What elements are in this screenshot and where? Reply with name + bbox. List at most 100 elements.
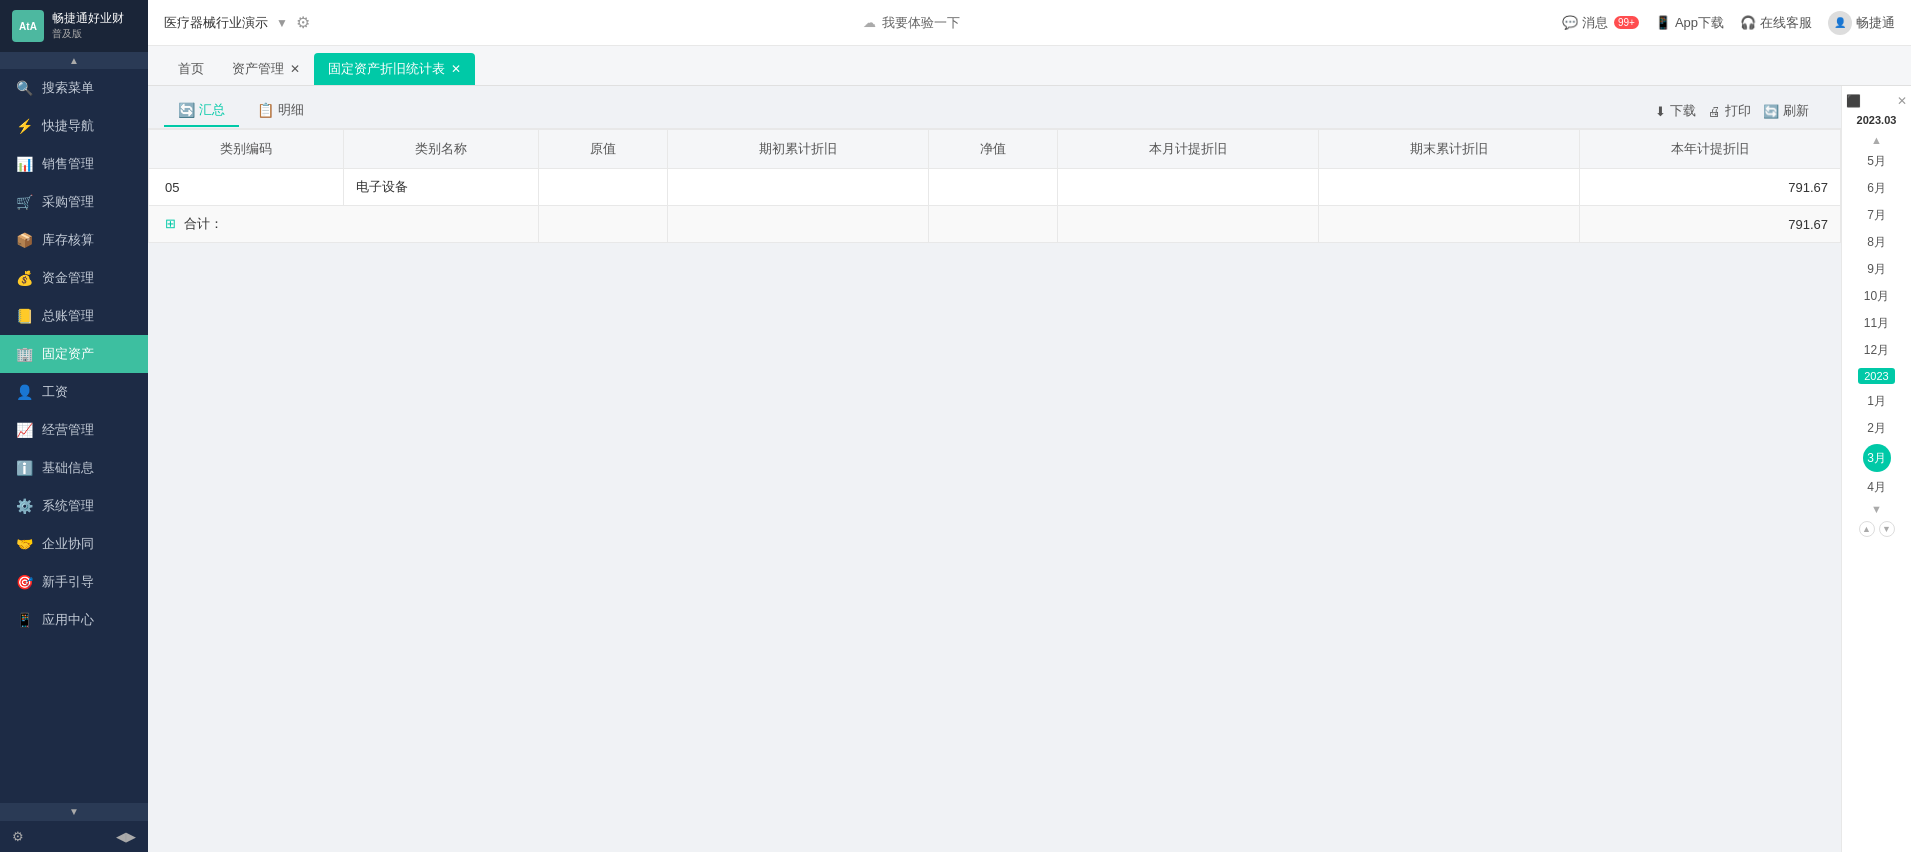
sidebar-item-sales[interactable]: 📊 销售管理	[0, 145, 148, 183]
online-service-label: 在线客服	[1760, 14, 1812, 32]
month-3[interactable]: 3月	[1863, 444, 1891, 472]
collapse-icon[interactable]: ◀▶	[116, 829, 136, 844]
month-2[interactable]: 2月	[1842, 415, 1911, 442]
subtab-summary[interactable]: 🔄 汇总	[164, 95, 239, 127]
settings-icon[interactable]: ⚙	[12, 829, 24, 844]
app-download-button[interactable]: 📱 App下载	[1655, 14, 1724, 32]
refresh-button[interactable]: 🔄 刷新	[1763, 102, 1809, 120]
sidebar-item-inventory[interactable]: 📦 库存核算	[0, 221, 148, 259]
month-8[interactable]: 8月	[1842, 229, 1911, 256]
panel-nav-down[interactable]: ▼	[1869, 501, 1884, 517]
subtabs: 🔄 汇总 📋 明细 ⬇ 下载 🖨 打印	[148, 86, 1841, 129]
panel-scroll-down-circle[interactable]: ▼	[1879, 521, 1895, 537]
table-row: 05 电子设备 791.67	[149, 169, 1841, 206]
sidebar-item-purchase[interactable]: 🛒 采购管理	[0, 183, 148, 221]
topbar-right: 💬 消息 99+ 📱 App下载 🎧 在线客服 👤 畅捷通	[1562, 11, 1895, 35]
enterprise-icon: 🤝	[16, 536, 32, 552]
topbar: 医疗器械行业演示 ▼ ⚙ ☁ 我要体验一下 💬 消息 99+ 📱 App下载 🎧…	[148, 0, 1911, 46]
col-header-monthly: 本月计提折旧	[1058, 130, 1319, 169]
avatar: 👤	[1828, 11, 1852, 35]
download-button[interactable]: ⬇ 下载	[1655, 102, 1696, 120]
sidebar-item-ledger[interactable]: 📒 总账管理	[0, 297, 148, 335]
main-body: 🔄 汇总 📋 明细 ⬇ 下载 🖨 打印	[148, 86, 1911, 852]
year-2023-label[interactable]: 2023	[1858, 368, 1894, 384]
sidebar-label-purchase: 采购管理	[42, 193, 94, 211]
cell-code: 05	[149, 169, 344, 206]
panel-close-icon[interactable]: ✕	[1897, 94, 1907, 108]
month-1[interactable]: 1月	[1842, 388, 1911, 415]
sidebar-label-payroll: 工资	[42, 383, 68, 401]
print-button[interactable]: 🖨 打印	[1708, 102, 1751, 120]
sales-icon: 📊	[16, 156, 32, 172]
refresh-label: 刷新	[1783, 102, 1809, 120]
tab-asset-mgmt-label: 资产管理	[232, 60, 284, 78]
ledger-icon: 📒	[16, 308, 32, 324]
month-10[interactable]: 10月	[1842, 283, 1911, 310]
sidebar-item-payroll[interactable]: 👤 工资	[0, 373, 148, 411]
cell-original	[539, 169, 668, 206]
main-area: 医疗器械行业演示 ▼ ⚙ ☁ 我要体验一下 💬 消息 99+ 📱 App下载 🎧…	[148, 0, 1911, 852]
download-label: 下载	[1670, 102, 1696, 120]
sidebar-item-enterprise[interactable]: 🤝 企业协同	[0, 525, 148, 563]
sidebar-scroll-down[interactable]: ▼	[0, 803, 148, 820]
messages-icon: 💬	[1562, 15, 1578, 30]
month-7[interactable]: 7月	[1842, 202, 1911, 229]
month-5[interactable]: 5月	[1842, 148, 1911, 175]
purchase-icon: 🛒	[16, 194, 32, 210]
tabbar: 首页 资产管理 ✕ 固定资产折旧统计表 ✕	[148, 46, 1911, 86]
col-header-end-accum: 期末累计折旧	[1319, 130, 1580, 169]
sidebar-item-finance[interactable]: 💰 资金管理	[0, 259, 148, 297]
tab-asset-mgmt[interactable]: 资产管理 ✕	[218, 53, 314, 85]
topbar-trial[interactable]: ☁ 我要体验一下	[863, 14, 1562, 32]
topbar-settings-icon[interactable]: ⚙	[296, 13, 310, 32]
right-date-panel: ⬛ ✕ 2023.03 ▲ 5月 6月 7月 8月 9月 10月 11月 12月…	[1841, 86, 1911, 852]
tab-depreciation-label: 固定资产折旧统计表	[328, 60, 445, 78]
service-icon: 🎧	[1740, 15, 1756, 30]
cell-name: 电子设备	[344, 169, 539, 206]
month-6[interactable]: 6月	[1842, 175, 1911, 202]
subtab-detail-label: 明细	[278, 101, 304, 119]
cloud-icon: ☁	[863, 15, 876, 30]
sidebar-brand: 畅捷通好业财 普及版	[52, 11, 124, 41]
user-menu[interactable]: 👤 畅捷通	[1828, 11, 1895, 35]
tab-asset-mgmt-close[interactable]: ✕	[290, 62, 300, 76]
panel-scroll-up-circle[interactable]: ▲	[1859, 521, 1875, 537]
sidebar-item-mgmt[interactable]: 📈 经营管理	[0, 411, 148, 449]
panel-expand-icon[interactable]: ⬛	[1846, 94, 1861, 108]
sum-init-accum	[668, 206, 929, 243]
month-11[interactable]: 11月	[1842, 310, 1911, 337]
sidebar-label-enterprise: 企业协同	[42, 535, 94, 553]
sidebar-scroll-up[interactable]: ▲	[0, 52, 148, 69]
cell-init-accum	[668, 169, 929, 206]
panel-nav-up[interactable]: ▲	[1869, 132, 1884, 148]
sidebar-item-quicknav[interactable]: ⚡ 快捷导航	[0, 107, 148, 145]
sum-end-accum	[1319, 206, 1580, 243]
tab-depreciation[interactable]: 固定资产折旧统计表 ✕	[314, 53, 475, 85]
sidebar-item-fixedassets[interactable]: 🏢 固定资产	[0, 335, 148, 373]
messages-button[interactable]: 💬 消息 99+	[1562, 14, 1639, 32]
sidebar-item-system[interactable]: ⚙️ 系统管理	[0, 487, 148, 525]
basicinfo-icon: ℹ️	[16, 460, 32, 476]
sidebar-item-appcenter[interactable]: 📱 应用中心	[0, 601, 148, 639]
month-12[interactable]: 12月	[1842, 337, 1911, 364]
tab-home[interactable]: 首页	[164, 53, 218, 85]
online-service-button[interactable]: 🎧 在线客服	[1740, 14, 1812, 32]
sidebar-footer: ⚙ ◀▶	[0, 820, 148, 852]
sum-yearly: 791.67	[1580, 206, 1841, 243]
sidebar-item-search[interactable]: 🔍 搜索菜单	[0, 69, 148, 107]
summary-icon: 🔄	[178, 102, 195, 118]
sidebar-item-basicinfo[interactable]: ℹ️ 基础信息	[0, 449, 148, 487]
sidebar-label-inventory: 库存核算	[42, 231, 94, 249]
sidebar-item-newguide[interactable]: 🎯 新手引导	[0, 563, 148, 601]
appcenter-icon: 📱	[16, 612, 32, 628]
sidebar-header: AtA 畅捷通好业财 普及版	[0, 0, 148, 52]
company-dropdown-arrow[interactable]: ▼	[276, 16, 288, 30]
month-4[interactable]: 4月	[1842, 474, 1911, 501]
download-icon: ⬇	[1655, 104, 1666, 119]
sidebar-label-quicknav: 快捷导航	[42, 117, 94, 135]
subtab-detail[interactable]: 📋 明细	[243, 95, 318, 127]
panel-header: 2023.03	[1853, 108, 1901, 132]
mgmt-icon: 📈	[16, 422, 32, 438]
month-9[interactable]: 9月	[1842, 256, 1911, 283]
tab-depreciation-close[interactable]: ✕	[451, 62, 461, 76]
